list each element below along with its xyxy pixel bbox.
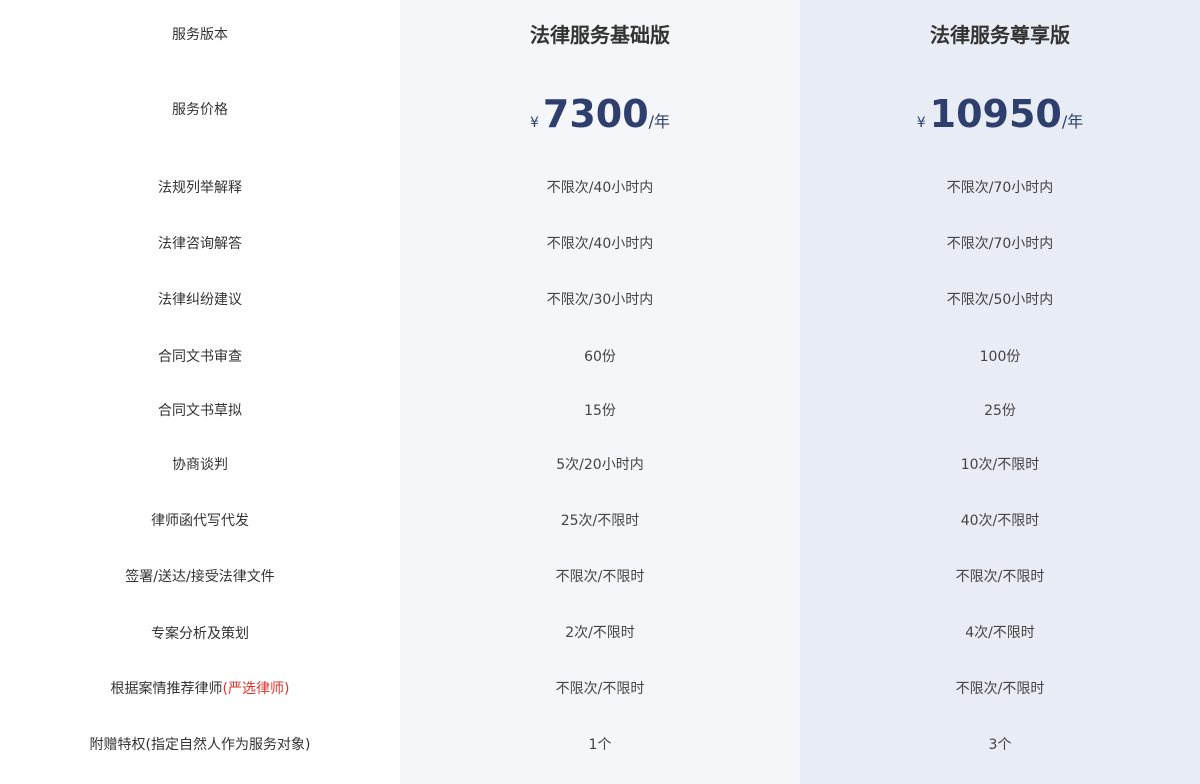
- plan-value: 不限次/70小时内: [946, 236, 1054, 252]
- plan-value: 10次/不限时: [960, 457, 1040, 473]
- feature-label: 律师函代写代发: [151, 513, 249, 529]
- plan-title: 法律服务尊享版: [930, 23, 1070, 47]
- plan-value: 不限次/30小时内: [546, 292, 654, 308]
- plan-price: ¥10950/年: [800, 90, 1200, 147]
- feature-label: 合同文书草拟: [158, 403, 242, 419]
- plan-value: 不限次/不限时: [955, 681, 1045, 697]
- lawyer-highlight: (严选律师): [222, 681, 290, 697]
- feature-label: 合同文书审查: [158, 349, 242, 365]
- plan-value: 不限次/不限时: [555, 569, 645, 585]
- plan-value: 25份: [984, 403, 1016, 419]
- plan-value: 不限次/不限时: [555, 681, 645, 697]
- plan-value: 不限次/50小时内: [946, 292, 1054, 308]
- feature-label: 法律纠纷建议: [158, 292, 242, 308]
- plan-value: 3个: [988, 737, 1012, 753]
- feature-label: 附赠特权(指定自然人作为服务对象): [89, 737, 311, 753]
- feature-label: 签署/送达/接受法律文件: [125, 569, 275, 585]
- feature-label: 法规列举解释: [158, 180, 242, 196]
- features-column: 服务版本 服务价格 法规列举解释 法律咨询解答 法律纠纷建议 合同文书审查 合同…: [0, 0, 400, 784]
- plan-title: 法律服务基础版: [530, 23, 670, 47]
- plan-value: 100份: [979, 349, 1021, 365]
- price-amount: 7300: [542, 92, 649, 136]
- version-label: 服务版本: [172, 27, 228, 43]
- plan-value: 1个: [588, 737, 612, 753]
- currency-symbol: ¥: [529, 115, 539, 131]
- price-unit: /年: [1061, 112, 1084, 131]
- currency-symbol: ¥: [916, 115, 926, 131]
- plan-value: 不限次/40小时内: [546, 236, 654, 252]
- feature-label: 协商谈判: [172, 457, 228, 473]
- price-label: 服务价格: [172, 102, 228, 118]
- feature-label: 根据案情推荐律师(严选律师): [110, 681, 290, 697]
- plan-value: 2次/不限时: [565, 625, 635, 641]
- pricing-comparison-table: 服务版本 服务价格 法规列举解释 法律咨询解答 法律纠纷建议 合同文书审查 合同…: [0, 0, 1200, 784]
- feature-label: 法律咨询解答: [158, 236, 242, 252]
- plan-value: 15份: [584, 403, 616, 419]
- plan-price: ¥7300/年: [400, 90, 800, 147]
- plan-value: 4次/不限时: [965, 625, 1035, 641]
- feature-label: 专案分析及策划: [151, 626, 249, 642]
- plan-value: 25次/不限时: [560, 513, 640, 529]
- price-unit: /年: [648, 112, 671, 131]
- plan-value: 60份: [584, 349, 616, 365]
- plan-column-premium: 法律服务尊享版 ¥10950/年 不限次/70小时内 不限次/70小时内 不限次…: [800, 0, 1200, 784]
- plan-value: 不限次/70小时内: [946, 180, 1054, 196]
- plan-column-basic: 法律服务基础版 ¥7300/年 不限次/40小时内 不限次/40小时内 不限次/…: [400, 0, 800, 784]
- plan-value: 40次/不限时: [960, 513, 1040, 529]
- plan-value: 5次/20小时内: [556, 457, 644, 473]
- plan-value: 不限次/不限时: [955, 569, 1045, 585]
- plan-value: 不限次/40小时内: [546, 180, 654, 196]
- price-amount: 10950: [929, 92, 1062, 136]
